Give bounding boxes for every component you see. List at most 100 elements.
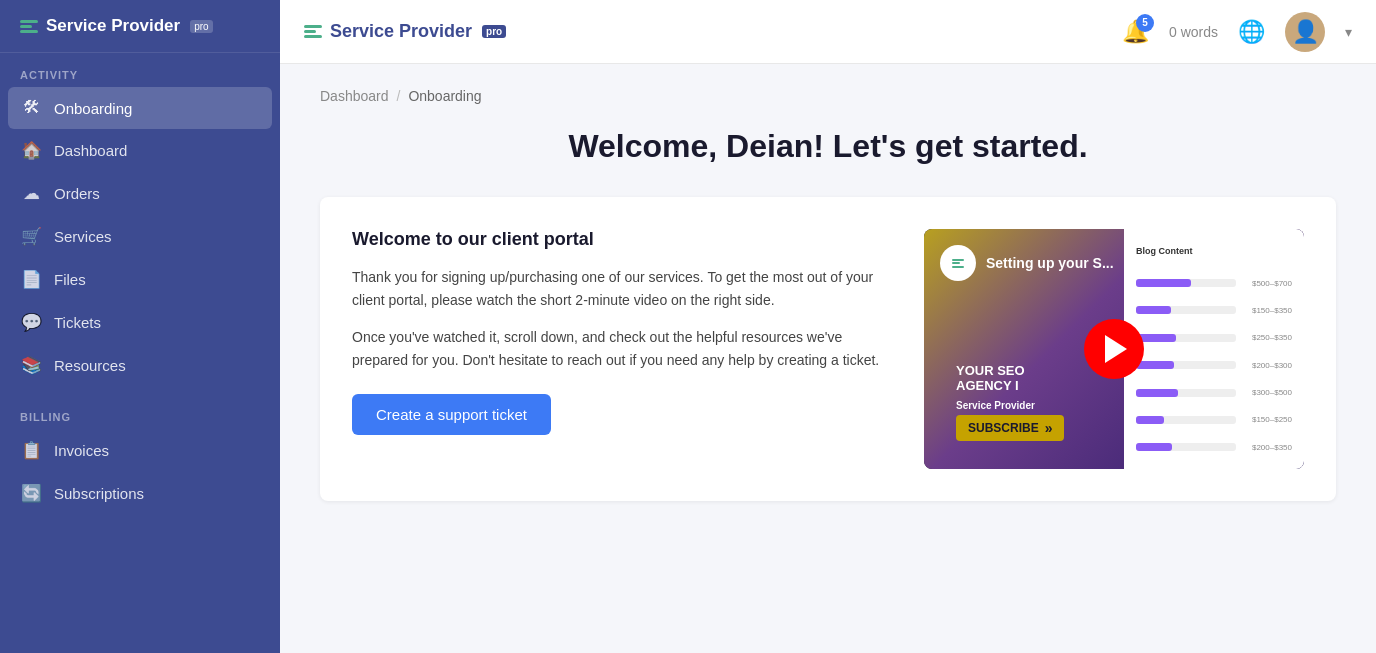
- spp-bar-2: [952, 262, 960, 264]
- video-thumbnail: Setting up your S... ⋮ YOUR SEO AGENCY I: [924, 229, 1304, 469]
- sidebar-item-services-label: Services: [54, 228, 112, 245]
- main-content: Service Provider pro 🔔 5 0 words 🌐 👤 ▾: [280, 0, 1376, 653]
- onboarding-card: Welcome to our client portal Thank you f…: [320, 197, 1336, 501]
- sidebar-pro-badge: pro: [190, 20, 212, 33]
- user-dropdown-arrow[interactable]: ▾: [1345, 24, 1352, 40]
- chart-value-7: $200–$350: [1242, 443, 1292, 452]
- sidebar-item-services[interactable]: 🛒 Services: [0, 215, 280, 258]
- video-play-button[interactable]: [1084, 319, 1144, 379]
- orders-icon: ☁: [20, 183, 42, 204]
- chart-value-2: $150–$350: [1242, 306, 1292, 315]
- chart-bar-container-4: [1136, 361, 1236, 369]
- sidebar-item-subscriptions[interactable]: 🔄 Subscriptions: [0, 472, 280, 515]
- sidebar-item-dashboard[interactable]: 🏠 Dashboard: [0, 129, 280, 172]
- resources-icon: 📚: [20, 355, 42, 376]
- sidebar-item-subscriptions-label: Subscriptions: [54, 485, 144, 502]
- chart-value-1: $500–$700: [1242, 279, 1292, 288]
- chart-title: Blog Content: [1136, 246, 1292, 260]
- chart-bar-container-6: [1136, 416, 1236, 424]
- sidebar-item-resources[interactable]: 📚 Resources: [0, 344, 280, 387]
- subscribe-arrows-icon: »: [1045, 420, 1053, 436]
- chart-bar-container-1: [1136, 279, 1236, 287]
- onboarding-icon: 🛠: [20, 98, 42, 118]
- chart-row-6: $150–$250: [1136, 415, 1292, 424]
- avatar-image: 👤: [1292, 19, 1319, 45]
- chart-bar-container-5: [1136, 389, 1236, 397]
- logo-bar-3: [20, 30, 38, 33]
- header-logo: Service Provider pro: [304, 21, 506, 42]
- user-avatar[interactable]: 👤: [1285, 12, 1325, 52]
- notification-badge: 5: [1136, 14, 1154, 32]
- chart-bar-container-3: [1136, 334, 1236, 342]
- subscribe-label: SUBSCRIBE: [968, 421, 1039, 435]
- chart-overlay: Blog Content $500–$700: [1124, 229, 1304, 469]
- header-brand-name: Service Provider: [330, 21, 472, 42]
- chart-row-2: $150–$350: [1136, 306, 1292, 315]
- billing-section-label: BILLING: [0, 395, 280, 429]
- video-channel-label: Setting up your S...: [986, 254, 1114, 272]
- provider-label: Service Provider: [956, 400, 1035, 411]
- header-logo-bar-1: [304, 25, 322, 28]
- card-heading: Welcome to our client portal: [352, 229, 892, 250]
- sidebar-item-tickets-label: Tickets: [54, 314, 101, 331]
- chart-row-5: $300–$500: [1136, 388, 1292, 397]
- subscribe-button[interactable]: SUBSCRIBE »: [956, 415, 1064, 441]
- chart-row-1: $500–$700: [1136, 279, 1292, 288]
- sidebar-item-resources-label: Resources: [54, 357, 126, 374]
- video-container: Setting up your S... ⋮ YOUR SEO AGENCY I: [924, 229, 1304, 469]
- chart-bar-container-2: [1136, 306, 1236, 314]
- files-icon: 📄: [20, 269, 42, 290]
- card-paragraph-1: Thank you for signing up/purchasing one …: [352, 266, 892, 312]
- chart-bar-5: [1136, 389, 1178, 397]
- chart-row-4: $200–$300: [1136, 361, 1292, 370]
- sidebar-item-invoices-label: Invoices: [54, 442, 109, 459]
- page-title: Welcome, Deian! Let's get started.: [320, 128, 1336, 165]
- sidebar-item-tickets[interactable]: 💬 Tickets: [0, 301, 280, 344]
- subscriptions-icon: 🔄: [20, 483, 42, 504]
- header-right: 🔔 5 0 words 🌐 👤 ▾: [1122, 12, 1352, 52]
- sidebar-item-files[interactable]: 📄 Files: [0, 258, 280, 301]
- globe-icon[interactable]: 🌐: [1238, 19, 1265, 45]
- chart-bar-4: [1136, 361, 1174, 369]
- chart-value-4: $200–$300: [1242, 361, 1292, 370]
- header-logo-bar-3: [304, 35, 322, 38]
- sidebar-brand-name: Service Provider: [46, 16, 180, 36]
- chart-row-7: $200–$350: [1136, 443, 1292, 452]
- spp-logo-inner: [952, 259, 964, 268]
- invoices-icon: 📋: [20, 440, 42, 461]
- activity-section-label: ACTIVITY: [0, 53, 280, 87]
- chart-bar-6: [1136, 416, 1164, 424]
- services-icon: 🛒: [20, 226, 42, 247]
- sidebar-item-onboarding[interactable]: 🛠 Onboarding: [8, 87, 272, 129]
- sidebar-item-invoices[interactable]: 📋 Invoices: [0, 429, 280, 472]
- breadcrumb-separator: /: [397, 88, 401, 104]
- sidebar-item-orders-label: Orders: [54, 185, 100, 202]
- breadcrumb: Dashboard / Onboarding: [320, 88, 1336, 104]
- breadcrumb-current: Onboarding: [408, 88, 481, 104]
- header-logo-bar-2: [304, 30, 316, 33]
- spp-bar-3: [952, 266, 964, 268]
- app-container: Service Provider pro ACTIVITY 🛠 Onboardi…: [0, 0, 1376, 653]
- chart-bar-1: [1136, 279, 1191, 287]
- sidebar-item-onboarding-label: Onboarding: [54, 100, 132, 117]
- chart-value-5: $300–$500: [1242, 388, 1292, 397]
- sidebar-logo-icon: [20, 20, 38, 33]
- create-support-ticket-button[interactable]: Create a support ticket: [352, 394, 551, 435]
- page-content: Dashboard / Onboarding Welcome, Deian! L…: [280, 64, 1376, 653]
- chart-value-3: $250–$350: [1242, 333, 1292, 342]
- words-count: 0 words: [1169, 24, 1218, 40]
- header-pro-badge: pro: [482, 25, 506, 38]
- notification-bell[interactable]: 🔔 5: [1122, 19, 1149, 45]
- sidebar-item-dashboard-label: Dashboard: [54, 142, 127, 159]
- logo-bar-1: [20, 20, 38, 23]
- chart-bar-container-7: [1136, 443, 1236, 451]
- sidebar-item-orders[interactable]: ☁ Orders: [0, 172, 280, 215]
- sidebar-nav: 🛠 Onboarding 🏠 Dashboard ☁ Orders 🛒 Serv…: [0, 87, 280, 387]
- sidebar: Service Provider pro ACTIVITY 🛠 Onboardi…: [0, 0, 280, 653]
- dashboard-icon: 🏠: [20, 140, 42, 161]
- spp-bar-1: [952, 259, 964, 261]
- breadcrumb-parent[interactable]: Dashboard: [320, 88, 389, 104]
- tickets-icon: 💬: [20, 312, 42, 333]
- card-paragraph-2: Once you've watched it, scroll down, and…: [352, 326, 892, 372]
- chart-bar-7: [1136, 443, 1172, 451]
